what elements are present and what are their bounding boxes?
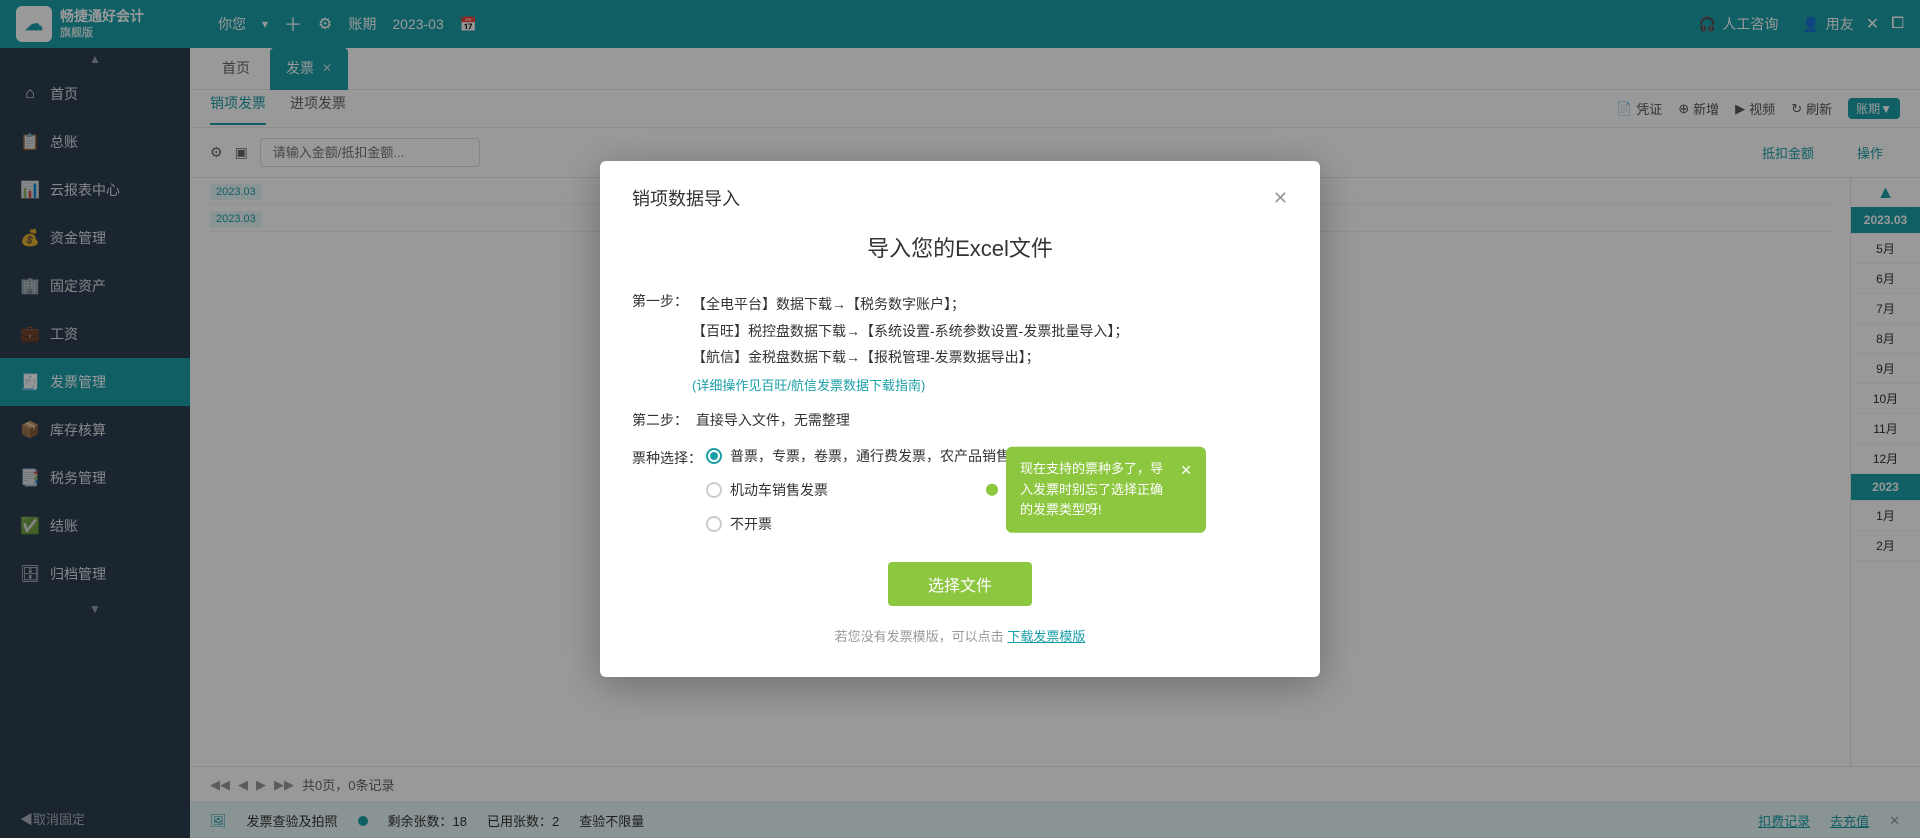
step2-label: 第二步： bbox=[632, 412, 688, 428]
step1-line-2: 【百旺】税控盘数据下载→【系统设置-系统参数设置-发票批量导入】； bbox=[692, 318, 1128, 345]
step1-row: 第一步： 【全电平台】数据下载→【税务数字账户】； 【百旺】税控盘数据下载→【系… bbox=[632, 291, 1288, 394]
modal-close-btn[interactable]: ✕ bbox=[1273, 188, 1288, 209]
step2-row: 第二步： 直接导入文件，无需整理 bbox=[632, 410, 1288, 430]
modal-title: 销项数据导入 bbox=[632, 185, 740, 211]
modal-overlay: 销项数据导入 ✕ 导入您的Excel文件 第一步： 【全电平台】数据下载→【税务… bbox=[0, 0, 1920, 838]
modal-main-title: 导入您的Excel文件 bbox=[632, 231, 1288, 263]
step2-text: 直接导入文件，无需整理 bbox=[696, 412, 850, 428]
step1-line-3: 【航信】金税盘数据下载→【报税管理-发票数据导出】； bbox=[692, 344, 1128, 371]
tooltip-container: ✕ 现在支持的票种多了，导入发票时别忘了选择正确的发票类型呀! bbox=[986, 447, 1206, 533]
radio-1-circle[interactable] bbox=[706, 448, 722, 464]
select-file-btn[interactable]: 选择文件 bbox=[888, 562, 1032, 606]
step1-content: 【全电平台】数据下载→【税务数字账户】； 【百旺】税控盘数据下载→【系统设置-系… bbox=[692, 291, 1128, 394]
ticket-select-row: 票种选择： 普票，专票，卷票，通行费发票，农产品销售发票 机动车销售发票 bbox=[632, 446, 1288, 534]
download-template-link[interactable]: 下载发票模版 bbox=[1007, 629, 1085, 644]
tooltip-close-btn[interactable]: ✕ bbox=[1180, 459, 1192, 481]
radio-3-circle[interactable] bbox=[706, 516, 722, 532]
tooltip-dot bbox=[986, 484, 998, 496]
download-hint: 若您没有发票模版，可以点击 下载发票模版 bbox=[632, 626, 1288, 645]
radio-2-circle[interactable] bbox=[706, 482, 722, 498]
import-modal: 销项数据导入 ✕ 导入您的Excel文件 第一步： 【全电平台】数据下载→【税务… bbox=[600, 161, 1320, 677]
step1-line-1: 【全电平台】数据下载→【税务数字账户】； bbox=[692, 291, 1128, 318]
tooltip-bubble: ✕ 现在支持的票种多了，导入发票时别忘了选择正确的发票类型呀! bbox=[1006, 447, 1206, 533]
modal-header: 销项数据导入 ✕ bbox=[632, 185, 1288, 211]
step1-label: 第一步： bbox=[632, 291, 688, 311]
radio-item-2[interactable]: 机动车销售发票 ✕ 现在支持的票种多了，导入发票时别忘了选择正确的发票类型呀! bbox=[706, 480, 1038, 500]
ticket-label: 票种选择： bbox=[632, 446, 702, 468]
radio-group: 普票，专票，卷票，通行费发票，农产品销售发票 机动车销售发票 ✕ 现在支持的票种… bbox=[706, 446, 1038, 534]
step1-link[interactable]: (详细操作见百旺/航信发票数据下载指南) bbox=[692, 375, 1128, 394]
